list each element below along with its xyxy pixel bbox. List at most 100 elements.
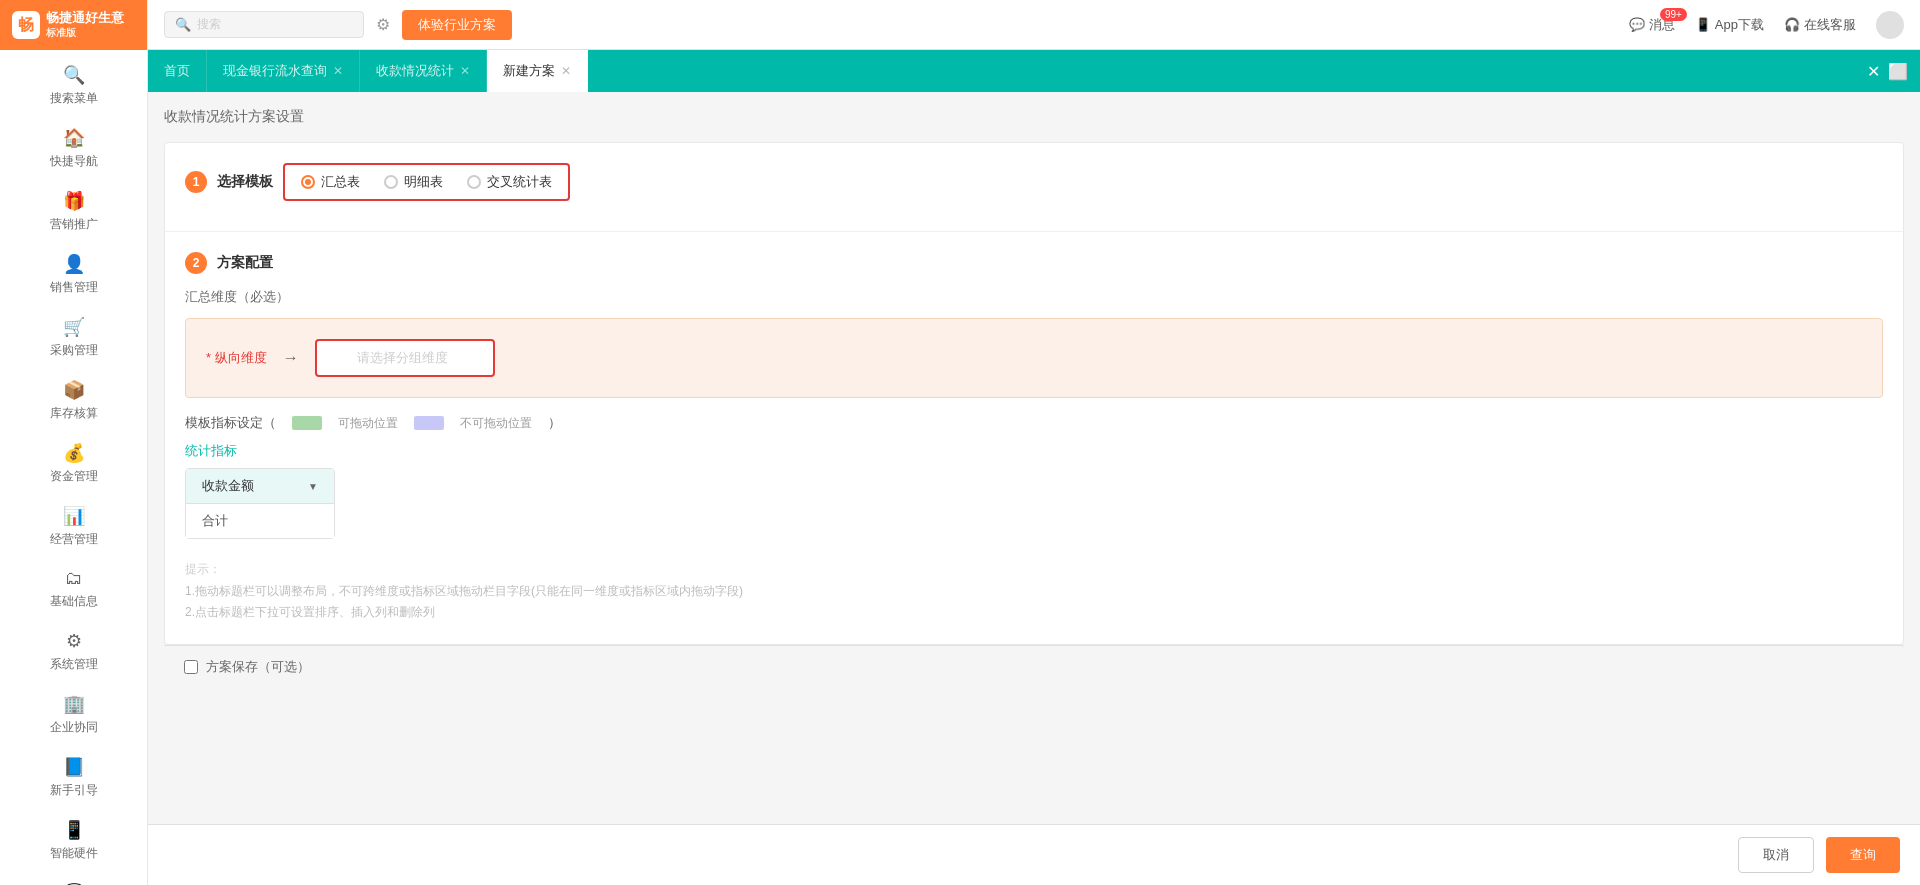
- tabbar: 首页 现金银行流水查询 ✕ 收款情况统计 ✕ 新建方案 ✕ ✕ ⬜: [148, 50, 1920, 92]
- logo-sub: 标准版: [46, 26, 124, 40]
- metrics-hint: 模板指标设定（ 可拖动位置 不可拖动位置 ）: [185, 414, 1883, 432]
- radio-summary[interactable]: [301, 175, 315, 189]
- dimension-select[interactable]: 请选择分组维度: [315, 339, 495, 377]
- support-icon: 🎧: [1784, 17, 1800, 32]
- tab-receipt-label: 收款情况统计: [376, 62, 454, 80]
- footer-save: 方案保存（可选）: [164, 645, 1904, 688]
- box-icon: 📦: [63, 379, 85, 401]
- dimension-row: * 纵向维度 → 请选择分组维度: [206, 339, 1862, 377]
- notification-item[interactable]: 💬 消息 99+: [1629, 16, 1675, 34]
- section1: 1 选择模板 汇总表 明细表 交叉统计表: [165, 143, 1903, 231]
- sidebar-item-label: 企业协同: [50, 719, 98, 736]
- fixed-hint-label: 不可拖动位置: [460, 415, 532, 432]
- sidebar-item-label: 销售管理: [50, 279, 98, 296]
- folder-icon: 🗂: [65, 568, 83, 589]
- sidebar-item-label: 采购管理: [50, 342, 98, 359]
- fixed-hint-box: [414, 416, 444, 430]
- notification-badge: 99+: [1660, 8, 1687, 21]
- book-icon: 📘: [63, 756, 85, 778]
- sidebar-item-hardware[interactable]: 📱 智能硬件: [0, 809, 147, 872]
- page-title: 收款情况统计方案设置: [164, 108, 1904, 126]
- option-detail[interactable]: 明细表: [384, 173, 443, 191]
- metrics-table: 收款金额 ▼ 合计: [185, 468, 335, 539]
- metrics-header-text: 收款金额: [202, 477, 254, 495]
- search-menu-icon: 🔍: [63, 64, 85, 86]
- support-item[interactable]: 🎧 在线客服: [1784, 16, 1856, 34]
- gear-icon: ⚙: [66, 630, 82, 652]
- save-checkbox[interactable]: [184, 660, 198, 674]
- dimension-row-label: * 纵向维度: [206, 349, 267, 367]
- sidebar-nav: 🔍 搜索菜单 🏠 快捷导航 🎁 营销推广 👤 销售管理 🛒 采购管理 📦 库存核…: [0, 50, 147, 885]
- notification-icon: 💬: [1629, 17, 1645, 32]
- draggable-hint-label: 可拖动位置: [338, 415, 398, 432]
- sidebar-item-purchase[interactable]: 🛒 采购管理: [0, 306, 147, 369]
- save-label: 方案保存（可选）: [206, 658, 310, 676]
- radio-cross[interactable]: [467, 175, 481, 189]
- metrics-header[interactable]: 收款金额 ▼: [186, 469, 334, 504]
- sidebar-item-label: 智能硬件: [50, 845, 98, 862]
- download-icon: 📱: [1695, 17, 1711, 32]
- close-window-icon[interactable]: ✕: [1867, 62, 1880, 81]
- tab-bank-label: 现金银行流水查询: [223, 62, 327, 80]
- option-cross-label: 交叉统计表: [487, 173, 552, 191]
- arrow-icon: →: [283, 349, 299, 367]
- option-summary[interactable]: 汇总表: [301, 173, 360, 191]
- dimension-subsection: 汇总维度（必选） * 纵向维度 → 请选择分组维度: [185, 288, 1883, 398]
- money-icon: 💰: [63, 442, 85, 464]
- cancel-button[interactable]: 取消: [1738, 837, 1814, 873]
- draggable-hint-box: [292, 416, 322, 430]
- tips-section: 提示： 1.拖动标题栏可以调整布局，不可跨维度或指标区域拖动栏目字段(只能在同一…: [185, 559, 1883, 624]
- sidebar-item-enterprise[interactable]: 🏢 企业协同: [0, 683, 147, 746]
- topbar-right: 💬 消息 99+ 📱 App下载 🎧 在线客服: [1629, 11, 1904, 39]
- logo-icon: 畅: [12, 11, 40, 39]
- tab-new[interactable]: 新建方案 ✕: [487, 50, 588, 92]
- metrics-config-label: 模板指标设定（: [185, 414, 276, 432]
- radio-detail[interactable]: [384, 175, 398, 189]
- search-icon: 🔍: [175, 17, 191, 32]
- tab-home[interactable]: 首页: [148, 50, 207, 92]
- settings-icon[interactable]: ⚙: [376, 15, 390, 34]
- sidebar-item-label: 快捷导航: [50, 153, 98, 170]
- download-item[interactable]: 📱 App下载: [1695, 16, 1764, 34]
- tab-bank-close[interactable]: ✕: [333, 64, 343, 78]
- home-icon: 🏠: [63, 127, 85, 149]
- main-card: 1 选择模板 汇总表 明细表 交叉统计表: [164, 142, 1904, 645]
- step1-header: 1 选择模板 汇总表 明细表 交叉统计表: [185, 163, 1883, 201]
- industry-btn[interactable]: 体验行业方案: [402, 10, 512, 40]
- sidebar-item-quicknav[interactable]: 🏠 快捷导航: [0, 117, 147, 180]
- step2-header: 2 方案配置: [185, 252, 1883, 274]
- sidebar-item-marketing[interactable]: 🎁 营销推广: [0, 180, 147, 243]
- option-summary-label: 汇总表: [321, 173, 360, 191]
- main-area: 🔍 搜索 ⚙ 体验行业方案 💬 消息 99+ 📱 App下载 🎧 在线客服 首页: [148, 0, 1920, 885]
- chevron-down-icon[interactable]: ▼: [308, 481, 318, 492]
- metrics-subsection: 模板指标设定（ 可拖动位置 不可拖动位置 ） 统计指标 收款金额 ▼ 合计: [185, 414, 1883, 539]
- sidebar-item-label: 库存核算: [50, 405, 98, 422]
- sidebar-item-search[interactable]: 🔍 搜索菜单: [0, 54, 147, 117]
- tab-bank[interactable]: 现金银行流水查询 ✕: [207, 50, 360, 92]
- sidebar-item-label: 搜索菜单: [50, 90, 98, 107]
- gift-icon: 🎁: [63, 190, 85, 212]
- tab-receipt-close[interactable]: ✕: [460, 64, 470, 78]
- sidebar-item-finance[interactable]: 💰 资金管理: [0, 432, 147, 495]
- option-cross[interactable]: 交叉统计表: [467, 173, 552, 191]
- topbar-search[interactable]: 🔍 搜索: [164, 11, 364, 38]
- sidebar-item-guide[interactable]: 📘 新手引导: [0, 746, 147, 809]
- tab-new-close[interactable]: ✕: [561, 64, 571, 78]
- chart-icon: 📊: [63, 505, 85, 527]
- building-icon: 🏢: [63, 693, 85, 715]
- logo-text: 畅捷通好生意: [46, 10, 124, 26]
- step1-num: 1: [185, 171, 207, 193]
- query-button[interactable]: 查询: [1826, 837, 1900, 873]
- dimension-area: * 纵向维度 → 请选择分组维度: [185, 318, 1883, 398]
- sidebar-item-sales[interactable]: 👤 销售管理: [0, 243, 147, 306]
- sidebar-item-operation[interactable]: 📊 经营管理: [0, 495, 147, 558]
- sidebar-item-system[interactable]: ⚙ 系统管理: [0, 620, 147, 683]
- sidebar-item-wechat[interactable]: 💬 企业微信: [0, 872, 147, 885]
- sidebar-item-basic[interactable]: 🗂 基础信息: [0, 558, 147, 620]
- step2-title: 方案配置: [217, 254, 273, 272]
- tabbar-controls: ✕ ⬜: [1867, 62, 1920, 81]
- maximize-icon[interactable]: ⬜: [1888, 62, 1908, 81]
- tab-receipt[interactable]: 收款情况统计 ✕: [360, 50, 487, 92]
- user-avatar[interactable]: [1876, 11, 1904, 39]
- sidebar-item-inventory[interactable]: 📦 库存核算: [0, 369, 147, 432]
